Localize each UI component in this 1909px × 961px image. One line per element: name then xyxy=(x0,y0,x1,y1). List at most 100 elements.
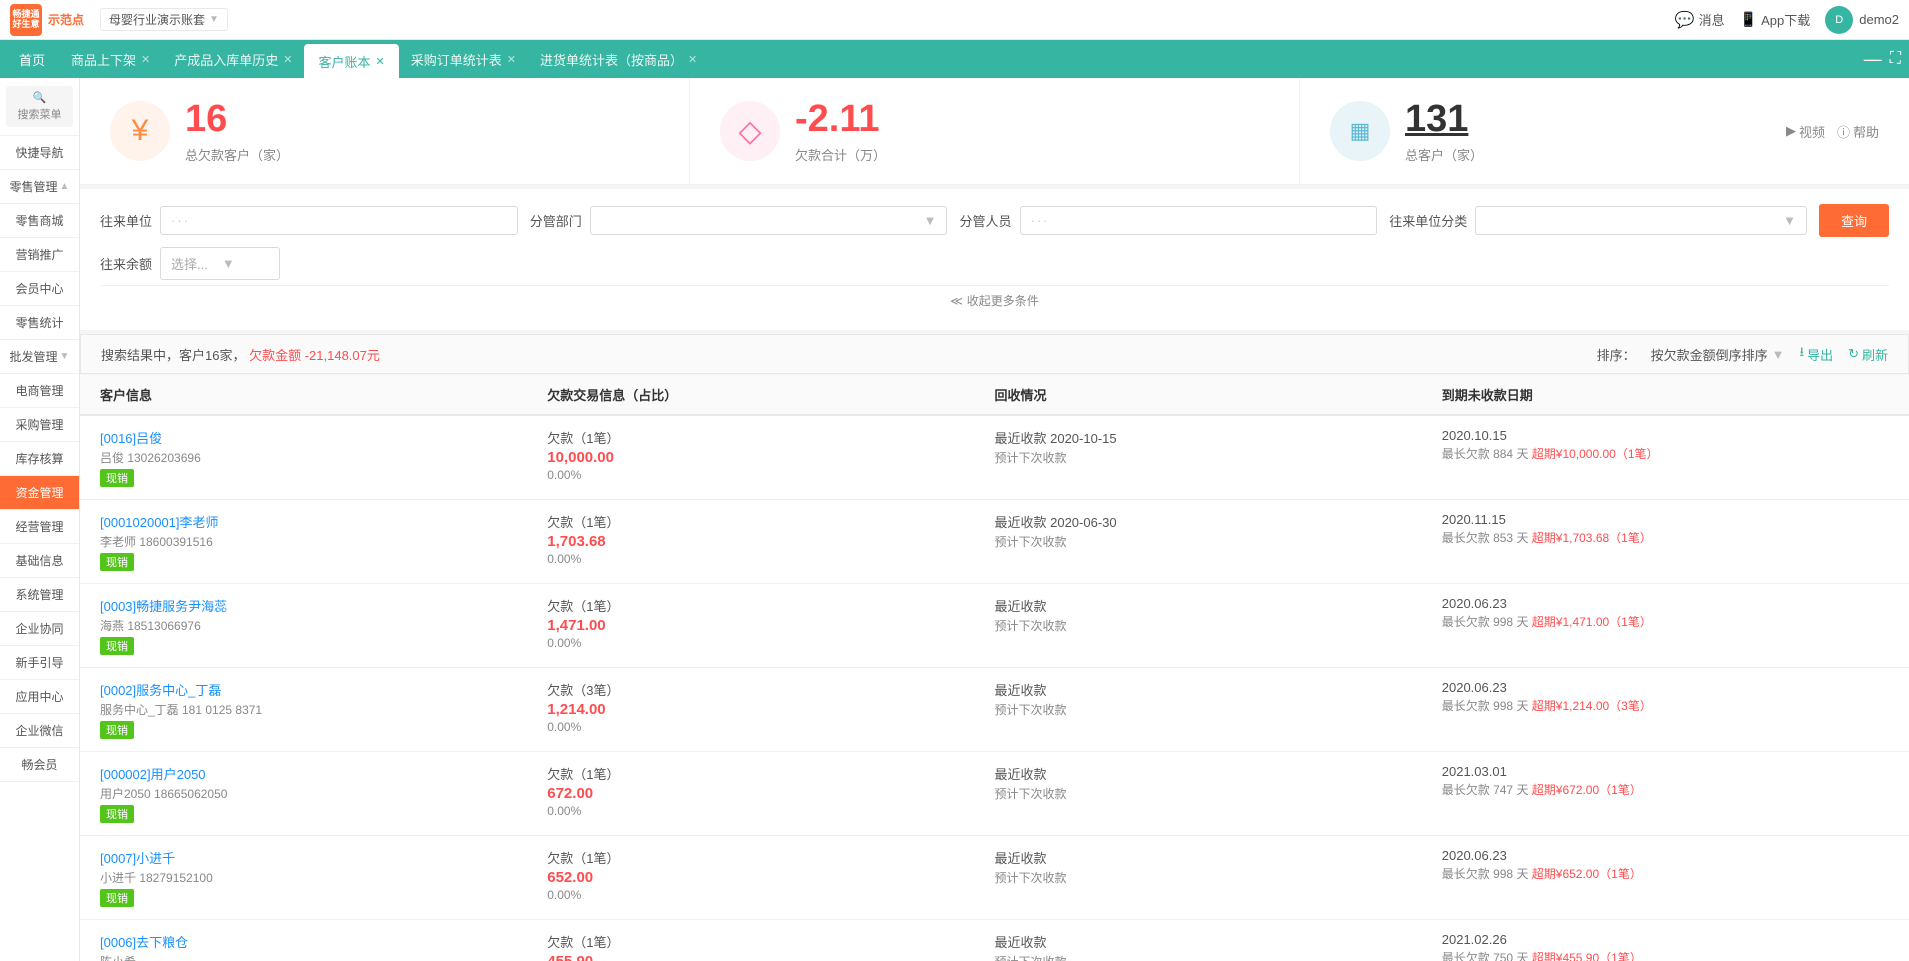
balance-select[interactable]: 选择... ▼ xyxy=(160,247,280,280)
sidebar-item-wholesale[interactable]: 批发管理 ▼ xyxy=(0,340,79,374)
sidebar-item-vip[interactable]: 畅会员 xyxy=(0,748,79,782)
minimize-icon[interactable]: — xyxy=(1864,49,1882,70)
manager-filter: 分管人员 ··· xyxy=(959,206,1377,235)
export-icon: ⭳ xyxy=(1800,343,1805,365)
next-collection: 预计下次收款 xyxy=(995,533,1442,550)
sidebar-item-finance[interactable]: 资金管理 xyxy=(0,476,79,510)
customer-phone: 海燕 18513066976 xyxy=(100,617,547,634)
sidebar-item-wechat[interactable]: 企业微信 xyxy=(0,714,79,748)
customer-phone: 吕俊 13026203696 xyxy=(100,449,547,466)
customer-name-link[interactable]: [0002]服务中心_丁磊 xyxy=(100,683,221,698)
tab-inbound-stats[interactable]: 进货单统计表（按商品） ✕ xyxy=(528,40,709,78)
overdue-date: 2020.11.15 xyxy=(1442,512,1889,527)
table-row: [0016]吕俊 吕俊 13026203696 现销 欠款（1笔） 10,000… xyxy=(80,416,1909,500)
dept-select[interactable]: ▼ xyxy=(590,206,948,235)
tab-customer-ledger[interactable]: 客户账本 ✕ xyxy=(304,44,398,78)
sidebar-item-inventory[interactable]: 库存核算 xyxy=(0,442,79,476)
customer-phone: 用户2050 18665062050 xyxy=(100,785,547,802)
table-row: [0002]服务中心_丁磊 服务中心_丁磊 181 0125 8371 现销 欠… xyxy=(80,668,1909,752)
sidebar-item-operation[interactable]: 经营管理 xyxy=(0,510,79,544)
overdue-amount-link[interactable]: 超期¥672.00（1笔） xyxy=(1532,783,1642,797)
search-button[interactable]: 查询 xyxy=(1819,204,1889,237)
close-icon[interactable]: ✕ xyxy=(376,55,385,68)
last-collection: 最近收款 2020-06-30 xyxy=(995,512,1442,531)
customer-name-link[interactable]: [0006]去下粮仓 xyxy=(100,935,188,950)
sidebar-item-retail-stats[interactable]: 零售统计 xyxy=(0,306,79,340)
customer-name-link[interactable]: [0007]小进千 xyxy=(100,851,175,866)
sidebar-item-quick-nav[interactable]: 快捷导航 xyxy=(0,136,79,170)
filter-area: 往来单位 ··· 分管部门 ▼ 分管人员 ··· xyxy=(80,189,1909,330)
search-menu-btn[interactable]: 🔍 搜索菜单 xyxy=(0,78,79,136)
overdue-amount-link[interactable]: 超期¥652.00（1笔） xyxy=(1532,867,1642,881)
debt-customers-icon: ¥ xyxy=(110,101,170,161)
debt-total-label: 欠款合计（万） xyxy=(795,145,886,164)
overdue-amount-link[interactable]: 超期¥1,471.00（1笔） xyxy=(1532,615,1652,629)
sidebar-item-purchase[interactable]: 采购管理 xyxy=(0,408,79,442)
overdue-days: 最长欠款 750 天 超期¥455.90（1笔） xyxy=(1442,949,1889,961)
sidebar-item-marketing[interactable]: 营销推广 xyxy=(0,238,79,272)
message-btn[interactable]: 💬 消息 xyxy=(1675,10,1725,30)
overdue-days: 最长欠款 884 天 超期¥10,000.00（1笔） xyxy=(1442,445,1889,462)
overdue-amount-link[interactable]: 超期¥455.90（1笔） xyxy=(1532,951,1642,961)
customer-name-link[interactable]: [0003]畅捷服务尹海蕊 xyxy=(100,599,227,614)
close-icon[interactable]: ✕ xyxy=(283,53,292,66)
manager-input[interactable]: ··· xyxy=(1020,206,1378,235)
unit-category-filter: 往来单位分类 ▼ xyxy=(1389,206,1807,235)
industry-selector[interactable]: 母婴行业演示账套 ▼ xyxy=(100,8,228,31)
help-btn[interactable]: ⓘ 帮助 xyxy=(1837,122,1879,141)
sidebar-item-apps[interactable]: 应用中心 xyxy=(0,680,79,714)
overdue-date: 2020.06.23 xyxy=(1442,680,1889,695)
close-icon[interactable]: ✕ xyxy=(507,53,516,66)
sidebar-item-retail-mall[interactable]: 零售商城 xyxy=(0,204,79,238)
customer-name-link[interactable]: [000002]用户2050 xyxy=(100,767,206,782)
sidebar-item-guide[interactable]: 新手引导 xyxy=(0,646,79,680)
stat-card-debt-total: ◇ -2.11 欠款合计（万） xyxy=(690,78,1300,184)
table-row: [0001020001]李老师 李老师 18600391516 现销 欠款（1笔… xyxy=(80,500,1909,584)
app-download-btn[interactable]: 📱 App下载 xyxy=(1740,10,1811,29)
logo: 畅捷通好生意 xyxy=(10,4,42,36)
sidebar-item-ecommerce[interactable]: 电商管理 xyxy=(0,374,79,408)
sidebar-item-system[interactable]: 系统管理 xyxy=(0,578,79,612)
balance-filter: 往来余额 选择... ▼ xyxy=(100,247,280,280)
overdue-date: 2020.06.23 xyxy=(1442,596,1889,611)
overdue-amount-link[interactable]: 超期¥1,703.68（1笔） xyxy=(1532,531,1652,545)
col-collection: 回收情况 xyxy=(995,385,1442,404)
table-row: [000002]用户2050 用户2050 18665062050 现销 欠款（… xyxy=(80,752,1909,836)
customer-name-link[interactable]: [0001020001]李老师 xyxy=(100,515,219,530)
stats-row: ¥ 16 总欠款客户（家） ◇ -2.11 欠款合计（万） ▦ 131 总 xyxy=(80,78,1909,185)
tab-products[interactable]: 商品上下架 ✕ xyxy=(59,40,162,78)
debt-total-icon: ◇ xyxy=(720,101,780,161)
overdue-amount-link[interactable]: 超期¥1,214.00（3笔） xyxy=(1532,699,1652,713)
close-icon[interactable]: ✕ xyxy=(141,53,150,66)
tab-home[interactable]: 首页 xyxy=(5,40,59,78)
close-icon[interactable]: ✕ xyxy=(688,53,697,66)
col-customer-info: 客户信息 xyxy=(100,385,547,404)
last-collection: 最近收款 2020-10-15 xyxy=(995,428,1442,447)
overdue-amount-link[interactable]: 超期¥10,000.00（1笔） xyxy=(1532,447,1659,461)
sort-select[interactable]: 按欠款金额倒序排序 ▼ xyxy=(1651,345,1785,364)
tab-purchase-stats[interactable]: 采购订单统计表 ✕ xyxy=(399,40,528,78)
user-menu[interactable]: D demo2 xyxy=(1825,6,1899,34)
sidebar-item-retail-mgmt[interactable]: 零售管理 ▲ xyxy=(0,170,79,204)
source-unit-input[interactable]: ··· xyxy=(160,206,518,235)
debt-amount: 455.90 xyxy=(547,953,994,961)
customer-name-link[interactable]: [0016]吕俊 xyxy=(100,431,162,446)
tab-production[interactable]: 产成品入库单历史 ✕ xyxy=(162,40,304,78)
last-collection: 最近收款 xyxy=(995,680,1442,699)
refresh-btn[interactable]: ↻ 刷新 xyxy=(1848,345,1888,364)
sort-arrow-icon: ▼ xyxy=(1772,347,1785,362)
ellipsis-icon: ··· xyxy=(171,213,190,228)
maximize-icon[interactable]: ⛶ xyxy=(1890,50,1901,68)
unit-category-select[interactable]: ▼ xyxy=(1475,206,1807,235)
sidebar-item-member[interactable]: 会员中心 xyxy=(0,272,79,306)
overdue-date: 2020.10.15 xyxy=(1442,428,1889,443)
dropdown-arrow-icon: ▼ xyxy=(924,213,937,228)
dropdown-arrow-icon: ▼ xyxy=(209,14,219,25)
export-btn[interactable]: ⭳ 导出 xyxy=(1800,343,1834,365)
video-btn[interactable]: ▶ 视频 xyxy=(1786,122,1825,141)
sidebar-item-basic-info[interactable]: 基础信息 xyxy=(0,544,79,578)
debt-amount: 1,703.68 xyxy=(547,533,994,550)
collapse-filter-btn[interactable]: ≪ 收起更多条件 xyxy=(100,285,1889,315)
customer-phone: 服务中心_丁磊 181 0125 8371 xyxy=(100,701,547,718)
sidebar-item-enterprise[interactable]: 企业协同 xyxy=(0,612,79,646)
